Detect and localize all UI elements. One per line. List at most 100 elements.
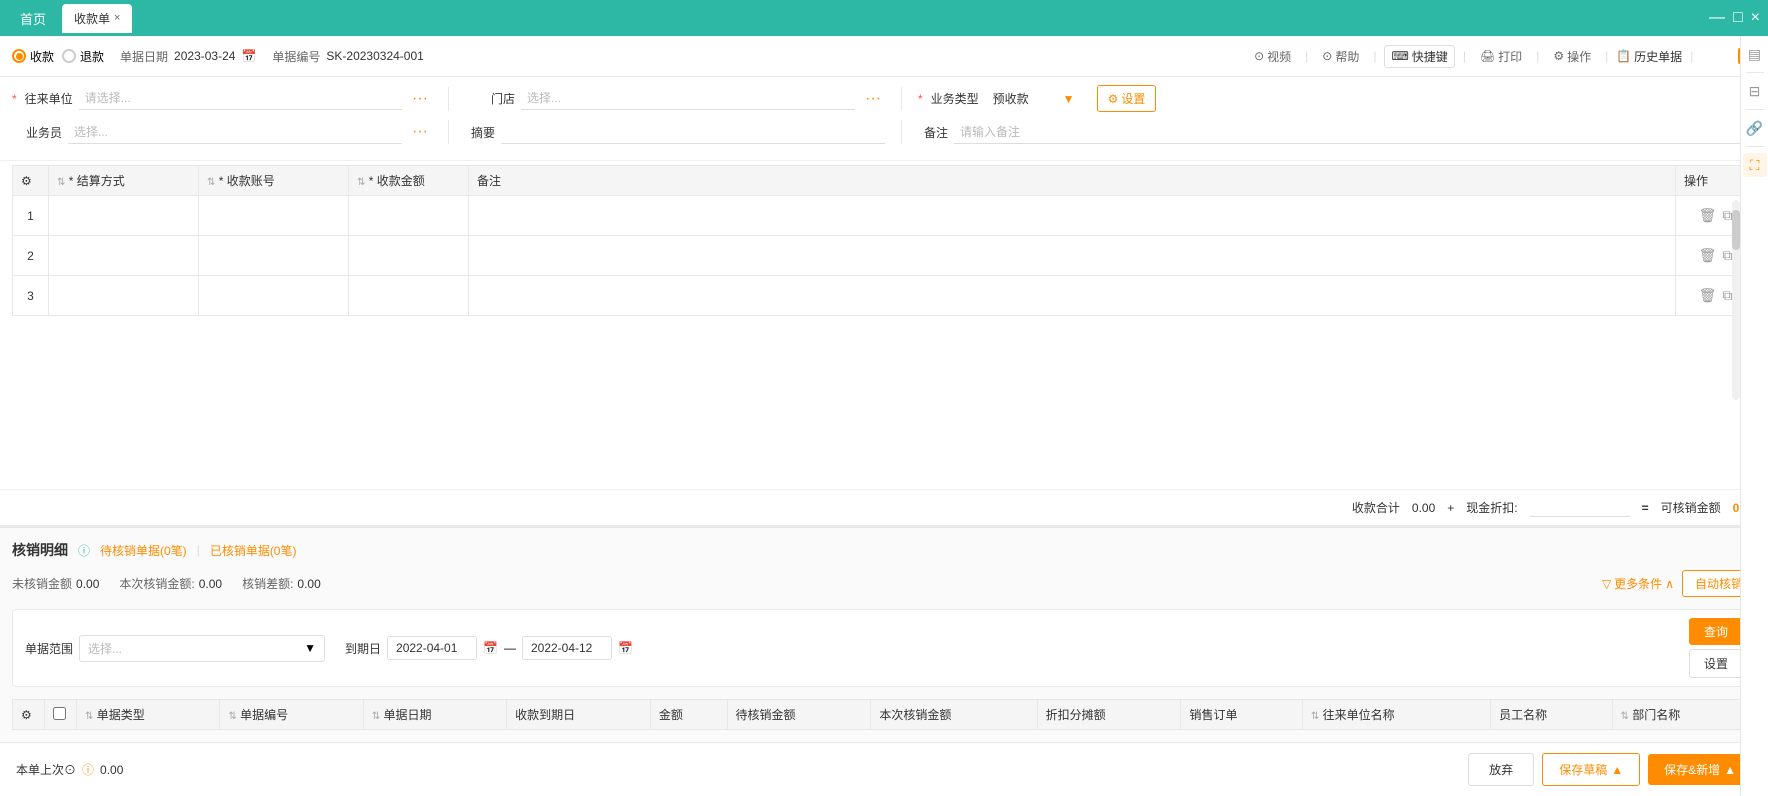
biz-req: * xyxy=(918,92,923,106)
bill-date-calendar-icon[interactable]: 📅 xyxy=(241,49,256,63)
row-account-1[interactable] xyxy=(199,196,349,236)
shop-input[interactable] xyxy=(521,87,855,110)
row-remark-2[interactable] xyxy=(469,236,1676,276)
due-date-label: 到期日 xyxy=(345,640,381,657)
close-btn[interactable]: × xyxy=(1751,9,1760,27)
print-btn[interactable]: 🖨 打印 xyxy=(1474,46,1528,67)
scrollbar-track[interactable] xyxy=(1732,200,1740,400)
verify-info-icon[interactable]: ⓘ xyxy=(78,542,90,559)
verify-setting-btn[interactable]: 设置 xyxy=(1689,649,1743,678)
date-to-calendar-icon[interactable]: 📅 xyxy=(618,641,633,655)
verify-th-discount: 折扣分摊额 xyxy=(1037,700,1181,730)
history-btn[interactable]: 📋 历史单据 xyxy=(1616,48,1682,65)
partner-input[interactable] xyxy=(79,87,402,110)
scrollbar-thumb[interactable] xyxy=(1732,210,1740,250)
staff-label: 业务员 xyxy=(12,124,62,141)
summary-input[interactable] xyxy=(501,121,885,144)
settings-btn[interactable]: ⚙ 设置 xyxy=(1097,85,1157,112)
up-arrow-icon: ∧ xyxy=(1665,577,1674,591)
verify-table: ⚙ ⇅ 单据类型 ⇅ 单据编号 ⇅ 单据日期 xyxy=(12,699,1756,730)
panel-link-icon[interactable]: 🔗 xyxy=(1743,116,1767,140)
row-settle-1[interactable] xyxy=(49,196,199,236)
form-row-1: * 往来单位 ··· 门店 ··· * 业务类型 预收款 ▼ xyxy=(12,85,1756,112)
query-btn[interactable]: 查询 xyxy=(1689,618,1743,645)
abandon-btn[interactable]: 放弃 xyxy=(1468,753,1534,786)
verify-th-sales-order: 销售订单 xyxy=(1181,700,1302,730)
table-settings-icon[interactable]: ⚙ xyxy=(13,166,49,196)
layout-right-icon[interactable]: ▷ xyxy=(1720,44,1736,68)
verify-th-checkbox[interactable] xyxy=(45,700,77,730)
save-draft-btn[interactable]: 保存草稿 ▲ xyxy=(1542,753,1640,786)
pending-tab[interactable]: 待核销单据(0笔) xyxy=(100,542,187,559)
equal-sign: = xyxy=(1642,501,1649,515)
diff-label: 核销差额: xyxy=(242,575,293,592)
partner-more-icon[interactable]: ··· xyxy=(408,90,432,108)
maximize-btn[interactable]: □ xyxy=(1733,9,1743,27)
biz-type-dropdown-icon[interactable]: ▼ xyxy=(1063,92,1075,106)
panel-list-icon[interactable]: ⊟ xyxy=(1743,79,1767,103)
tab-home[interactable]: 首页 xyxy=(8,3,58,34)
verify-th-pending: 待核销金额 xyxy=(727,700,871,730)
staff-more-icon[interactable]: ··· xyxy=(408,123,432,141)
tab-receipt[interactable]: 收款单 × xyxy=(62,4,132,33)
tab-close-icon[interactable]: × xyxy=(114,12,120,24)
row-copy-icon-1[interactable]: ⧉ xyxy=(1722,207,1732,224)
minimize-btn[interactable]: — xyxy=(1709,9,1725,27)
verify-th-partner-name: ⇅ 往来单位名称 xyxy=(1302,700,1490,730)
video-icon: ⊙ xyxy=(1254,49,1264,63)
row-amount-1[interactable] xyxy=(349,196,469,236)
main-content: 收款 退款 单据日期 2023-03-24 📅 单据编号 SK-20230324… xyxy=(0,36,1768,796)
bill-no-value: SK-20230324-001 xyxy=(326,49,423,63)
done-tab[interactable]: 已核销单据(0笔) xyxy=(210,542,297,559)
layout-left-icon[interactable]: ◁ xyxy=(1701,44,1717,68)
total-value: 0.00 xyxy=(1412,501,1435,515)
bill-date-value: 2023-03-24 xyxy=(174,49,235,63)
date-to-input[interactable] xyxy=(522,636,612,660)
row-delete-icon-2[interactable]: 🗑 xyxy=(1699,247,1717,264)
verify-select-all-checkbox[interactable] xyxy=(53,707,66,720)
table-row: 1 🗑 ⧉ xyxy=(13,196,1756,236)
row-remark-3[interactable] xyxy=(469,276,1676,316)
shop-more-icon[interactable]: ··· xyxy=(861,90,885,108)
row-amount-2[interactable] xyxy=(349,236,469,276)
verify-th-dept-name: ⇅ 部门名称 xyxy=(1612,700,1755,730)
date-from-input[interactable] xyxy=(387,636,477,660)
summary-field: 摘要 xyxy=(465,121,885,144)
save-new-btn[interactable]: 保存&新增 ▲ xyxy=(1648,754,1752,785)
radio-refund[interactable]: 退款 xyxy=(62,48,104,65)
discount-input[interactable] xyxy=(1530,498,1630,517)
bill-range-select[interactable]: 选择... ▼ xyxy=(79,635,325,662)
verify-table-settings-icon[interactable]: ⚙ xyxy=(13,700,45,730)
row-remark-1[interactable] xyxy=(469,196,1676,236)
row-delete-icon-3[interactable]: 🗑 xyxy=(1699,287,1717,304)
current-label: 本次核销金额: xyxy=(119,575,194,592)
last-order-info-icon[interactable]: ⓘ xyxy=(82,761,94,778)
operation-btn[interactable]: ⚙ 操作 xyxy=(1547,46,1597,67)
summary-row: 收款合计 0.00 + 现金折扣: = 可核销金额 0.00 xyxy=(0,489,1768,525)
more-conditions-btn[interactable]: ▽ 更多条件 ∧ xyxy=(1602,575,1674,592)
row-settle-3[interactable] xyxy=(49,276,199,316)
th-settle-label: * 结算方式 xyxy=(69,174,125,188)
radio-receipt[interactable]: 收款 xyxy=(12,48,54,65)
row-account-2[interactable] xyxy=(199,236,349,276)
panel-divider-3 xyxy=(1746,146,1764,147)
panel-table-icon[interactable]: ▤ xyxy=(1743,42,1767,66)
row-delete-icon-1[interactable]: 🗑 xyxy=(1699,207,1717,224)
row-copy-icon-3[interactable]: ⧉ xyxy=(1722,287,1732,304)
staff-input[interactable] xyxy=(68,121,402,144)
filter-icon: ▽ xyxy=(1602,577,1611,591)
row-copy-icon-2[interactable]: ⧉ xyxy=(1722,247,1732,264)
remark-input[interactable] xyxy=(954,121,1756,144)
operation-icon: ⚙ xyxy=(1553,49,1564,63)
video-btn[interactable]: ⊙ 视频 xyxy=(1248,46,1297,67)
panel-expand-icon[interactable]: ⛶ xyxy=(1743,153,1767,177)
shortcut-btn[interactable]: ⌨ 快捷键 xyxy=(1384,45,1454,68)
help-btn[interactable]: ⊙ 帮助 xyxy=(1316,46,1365,67)
verify-th-bill-no: ⇅ 单据编号 xyxy=(220,700,363,730)
row-account-3[interactable] xyxy=(199,276,349,316)
verify-th-staff-name: 员工名称 xyxy=(1491,700,1612,730)
row-amount-3[interactable] xyxy=(349,276,469,316)
remark-field: 备注 xyxy=(918,121,1756,144)
date-from-calendar-icon[interactable]: 📅 xyxy=(483,641,498,655)
row-settle-2[interactable] xyxy=(49,236,199,276)
